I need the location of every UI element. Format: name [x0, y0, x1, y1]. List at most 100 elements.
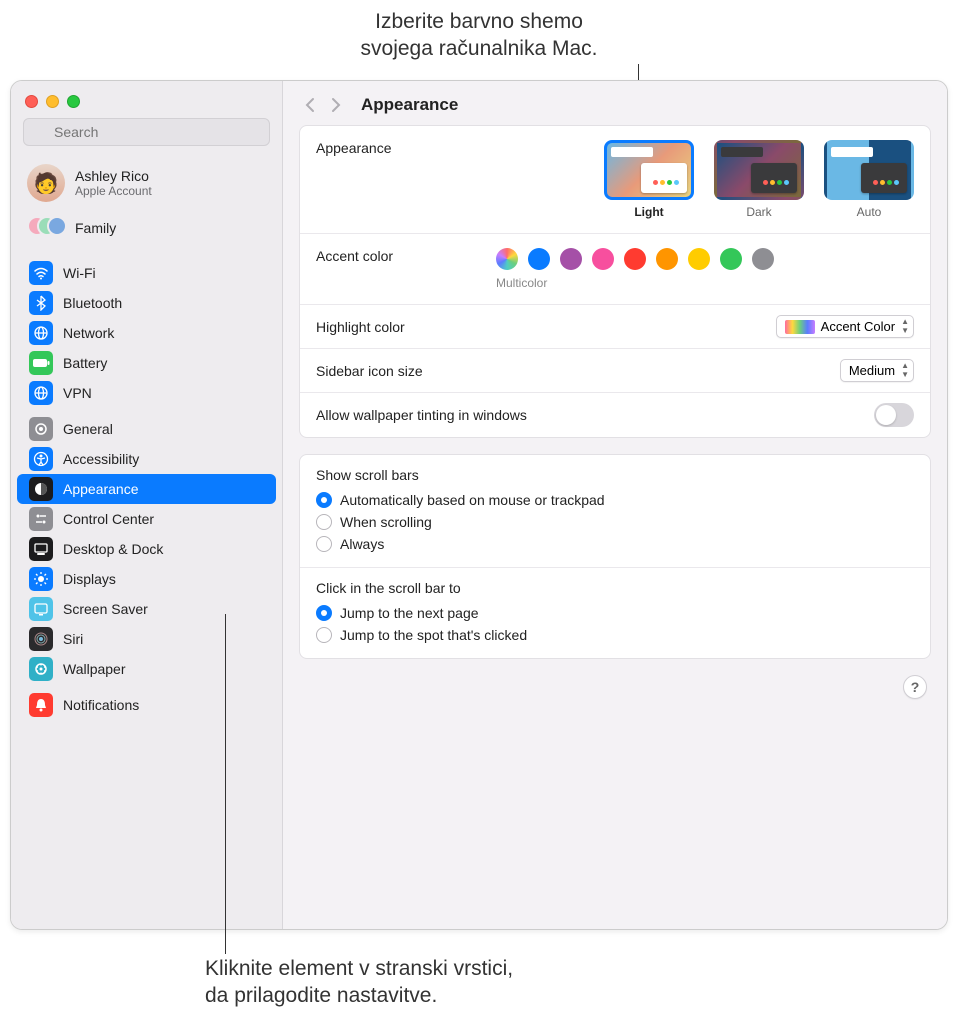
radio-label: Automatically based on mouse or trackpad — [340, 492, 605, 508]
accent-sublabel: Multicolor — [496, 276, 914, 290]
account-row[interactable]: 🧑 Ashley Rico Apple Account — [11, 156, 282, 210]
accent-swatch-5[interactable] — [656, 248, 678, 270]
radio-icon — [316, 627, 332, 643]
vpn-icon — [29, 381, 53, 405]
sidebar-list[interactable]: Wi-Fi Bluetooth NetworkBattery VPN General Ac… — [11, 252, 282, 929]
sidebar-item-network[interactable]: Network — [17, 318, 276, 348]
scrollclick-option-0[interactable]: Jump to the next page — [316, 602, 914, 624]
sidebar-item-siri[interactable]: Siri — [17, 624, 276, 654]
accent-swatch-7[interactable] — [720, 248, 742, 270]
appearance-option-label: Dark — [714, 205, 804, 219]
accent-swatch-6[interactable] — [688, 248, 710, 270]
sidebar-size-popup[interactable]: Medium ▲▼ — [840, 359, 914, 382]
scrollbars-option-2[interactable]: Always — [316, 533, 914, 555]
highlight-value: Accent Color — [821, 319, 895, 334]
appearance-thumb-auto — [824, 140, 914, 200]
window-controls — [11, 81, 282, 118]
radio-icon — [316, 536, 332, 552]
scrollbars-title: Show scroll bars — [300, 455, 930, 489]
search-input[interactable] — [23, 118, 270, 146]
accent-swatch-2[interactable] — [560, 248, 582, 270]
screen-saver-icon — [29, 597, 53, 621]
sidebar-item-vpn[interactable]: VPN — [17, 378, 276, 408]
appearance-thumb-dark — [714, 140, 804, 200]
close-window-button[interactable] — [25, 95, 38, 108]
sidebar-size-label: Sidebar icon size — [316, 363, 423, 379]
back-button[interactable] — [303, 96, 317, 114]
sidebar-item-general[interactable]: General — [17, 414, 276, 444]
annotation-bottom: Kliknite element v stranski vrstici, da … — [205, 955, 513, 1010]
accent-swatch-8[interactable] — [752, 248, 774, 270]
appearance-option-light[interactable]: Light — [604, 140, 694, 219]
family-icon — [27, 216, 65, 240]
zoom-window-button[interactable] — [67, 95, 80, 108]
wallpaper-icon — [29, 657, 53, 681]
accent-swatch-3[interactable] — [592, 248, 614, 270]
sidebar-item-control-center[interactable]: Control Center — [17, 504, 276, 534]
sidebar-item-label: VPN — [63, 385, 92, 401]
radio-icon — [316, 514, 332, 530]
family-row[interactable]: Family — [11, 210, 282, 252]
sidebar-item-label: Appearance — [63, 481, 139, 497]
chevron-updown-icon: ▲▼ — [901, 362, 909, 379]
sidebar-item-label: General — [63, 421, 113, 437]
tinting-label: Allow wallpaper tinting in windows — [316, 407, 527, 423]
appearance-thumb-light — [604, 140, 694, 200]
displays-icon — [29, 567, 53, 591]
appearance-theme-row: Appearance Light Dark Auto — [300, 126, 930, 234]
sidebar-item-appearance[interactable]: Appearance — [17, 474, 276, 504]
scroll-card: Show scroll bars Automatically based on … — [299, 454, 931, 659]
scrollclick-title: Click in the scroll bar to — [300, 568, 930, 602]
sidebar-item-displays[interactable]: Displays — [17, 564, 276, 594]
accent-color-row: Accent color Multicolor — [300, 234, 930, 305]
accent-swatch-1[interactable] — [528, 248, 550, 270]
family-label: Family — [75, 220, 116, 236]
accent-label: Accent color — [316, 248, 496, 264]
appearance-option-label: Auto — [824, 205, 914, 219]
sidebar-item-wifi[interactable]: Wi-Fi — [17, 258, 276, 288]
sidebar-item-label: Displays — [63, 571, 116, 587]
appearance-icon — [29, 477, 53, 501]
avatar: 🧑 — [27, 164, 65, 202]
sidebar-item-screen-saver[interactable]: Screen Saver — [17, 594, 276, 624]
forward-button[interactable] — [329, 96, 343, 114]
radio-label: Jump to the spot that's clicked — [340, 627, 527, 643]
scrollclick-option-1[interactable]: Jump to the spot that's clicked — [316, 624, 914, 646]
settings-window: 🧑 Ashley Rico Apple Account Family Wi-Fi… — [10, 80, 948, 930]
siri-icon — [29, 627, 53, 651]
sidebar-item-label: Bluetooth — [63, 295, 122, 311]
scrollbars-option-1[interactable]: When scrolling — [316, 511, 914, 533]
account-sub: Apple Account — [75, 184, 152, 198]
accent-swatch-4[interactable] — [624, 248, 646, 270]
notifications-icon — [29, 693, 53, 717]
sidebar-item-notifications[interactable]: Notifications — [17, 690, 276, 720]
accent-swatch-0[interactable] — [496, 248, 518, 270]
sidebar-item-battery[interactable]: Battery — [17, 348, 276, 378]
sidebar-item-label: Screen Saver — [63, 601, 148, 617]
highlight-label: Highlight color — [316, 319, 405, 335]
minimize-window-button[interactable] — [46, 95, 59, 108]
radio-icon — [316, 605, 332, 621]
sidebar-item-label: Accessibility — [63, 451, 139, 467]
tinting-toggle[interactable] — [874, 403, 914, 427]
control-center-icon — [29, 507, 53, 531]
sidebar-size-row: Sidebar icon size Medium ▲▼ — [300, 349, 930, 393]
highlight-popup[interactable]: Accent Color ▲▼ — [776, 315, 914, 338]
radio-label: When scrolling — [340, 514, 432, 530]
sidebar-item-label: Desktop & Dock — [63, 541, 163, 557]
sidebar-item-wallpaper[interactable]: Wallpaper — [17, 654, 276, 684]
scrollbars-option-0[interactable]: Automatically based on mouse or trackpad — [316, 489, 914, 511]
battery-icon — [29, 351, 53, 375]
appearance-option-dark[interactable]: Dark — [714, 140, 804, 219]
sidebar-item-bluetooth[interactable]: Bluetooth — [17, 288, 276, 318]
sidebar-item-label: Siri — [63, 631, 83, 647]
help-button[interactable]: ? — [903, 675, 927, 699]
appearance-option-label: Light — [604, 205, 694, 219]
page-title: Appearance — [361, 95, 458, 115]
appearance-option-auto[interactable]: Auto — [824, 140, 914, 219]
sidebar-item-accessibility[interactable]: Accessibility — [17, 444, 276, 474]
appearance-label: Appearance — [316, 140, 496, 156]
sidebar-item-desktop-dock[interactable]: Desktop & Dock — [17, 534, 276, 564]
sidebar: 🧑 Ashley Rico Apple Account Family Wi-Fi… — [11, 81, 283, 929]
highlight-gradient-icon — [785, 320, 815, 334]
